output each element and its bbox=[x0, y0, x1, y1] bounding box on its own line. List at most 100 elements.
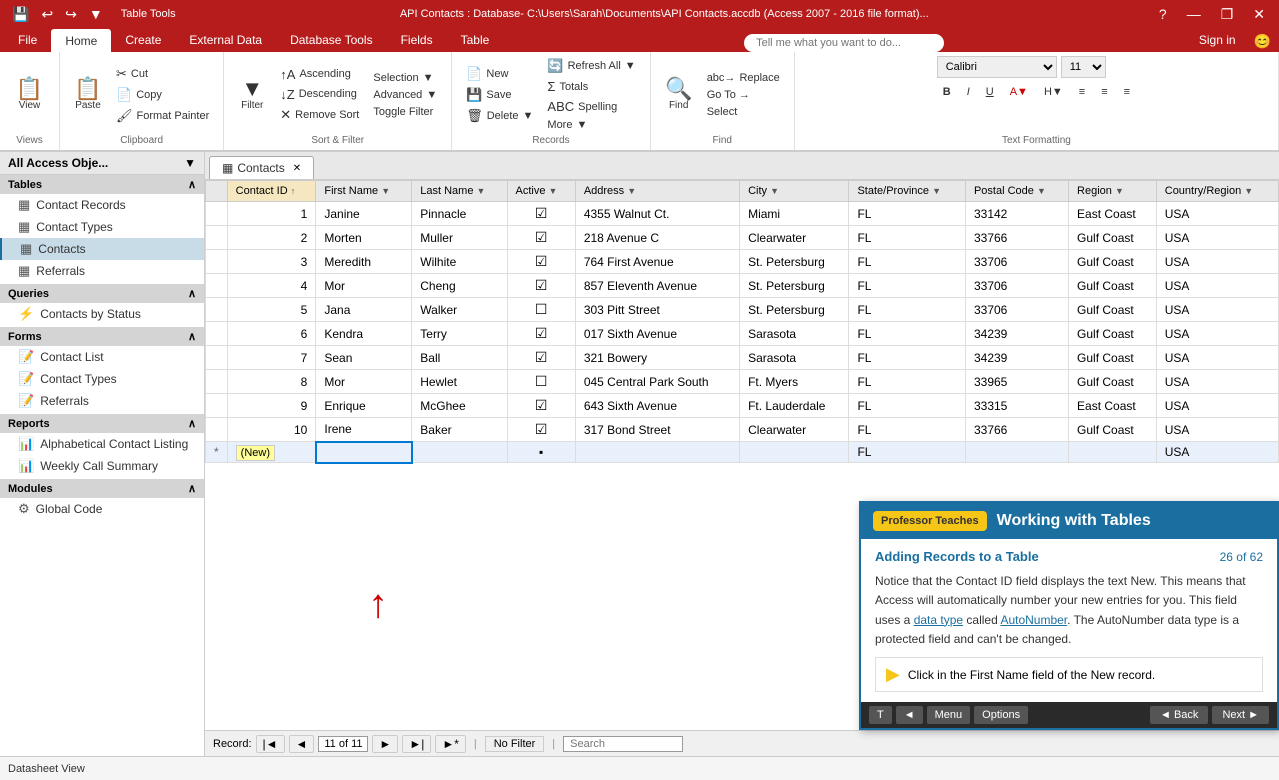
col-country-filter-icon[interactable]: ▼ bbox=[1244, 186, 1253, 196]
nav-section-tables-header[interactable]: Tables ∧ bbox=[0, 175, 204, 194]
new-nav-btn[interactable]: ►* bbox=[435, 735, 466, 753]
cell-id[interactable]: 6 bbox=[227, 322, 316, 346]
cell-active[interactable]: ☑ bbox=[507, 250, 575, 274]
cell-state[interactable]: FL bbox=[849, 226, 966, 250]
new-row-address[interactable] bbox=[575, 442, 739, 463]
redo-btn[interactable]: ↪ bbox=[61, 4, 81, 25]
new-row-country[interactable]: USA bbox=[1156, 442, 1278, 463]
cell-postal[interactable]: 33706 bbox=[965, 298, 1068, 322]
advanced-btn[interactable]: Advanced ▼ bbox=[367, 87, 443, 103]
no-filter-btn[interactable]: No Filter bbox=[485, 736, 545, 752]
cell-city[interactable]: Sarasota bbox=[740, 346, 849, 370]
undo-btn[interactable]: ↩ bbox=[37, 4, 57, 25]
cell-country[interactable]: USA bbox=[1156, 394, 1278, 418]
cell-lastname[interactable]: Baker bbox=[412, 418, 507, 442]
cell-address[interactable]: 643 Sixth Avenue bbox=[575, 394, 739, 418]
cell-id[interactable]: 1 bbox=[227, 202, 316, 226]
tab-database-tools[interactable]: Database Tools bbox=[276, 28, 387, 52]
cell-country[interactable]: USA bbox=[1156, 226, 1278, 250]
cell-firstname[interactable]: Kendra bbox=[316, 322, 412, 346]
cell-state[interactable]: FL bbox=[849, 346, 966, 370]
table-row[interactable]: 3 Meredith Wilhite ☑ 764 First Avenue St… bbox=[206, 250, 1279, 274]
new-row-active[interactable]: ▪ bbox=[507, 442, 575, 463]
cell-postal[interactable]: 34239 bbox=[965, 322, 1068, 346]
underline-btn[interactable]: U bbox=[980, 84, 1000, 100]
cell-lastname[interactable]: Ball bbox=[412, 346, 507, 370]
tab-home[interactable]: Home bbox=[51, 29, 111, 53]
nav-item-contacts-by-status[interactable]: ⚡ Contacts by Status bbox=[0, 303, 204, 325]
cell-address[interactable]: 218 Avenue C bbox=[575, 226, 739, 250]
tutorial-menu-btn[interactable]: Menu bbox=[927, 706, 971, 724]
selection-btn[interactable]: Selection ▼ bbox=[367, 70, 443, 86]
cell-city[interactable]: Ft. Myers bbox=[740, 370, 849, 394]
new-record-btn[interactable]: 📄 New bbox=[460, 64, 539, 84]
cell-firstname[interactable]: Jana bbox=[316, 298, 412, 322]
cell-state[interactable]: FL bbox=[849, 322, 966, 346]
nav-header[interactable]: All Access Obje... ▼ bbox=[0, 152, 204, 175]
col-last-name-filter-icon[interactable]: ▼ bbox=[477, 186, 486, 196]
new-row-state[interactable]: FL bbox=[849, 442, 966, 463]
cell-id[interactable]: 10 bbox=[227, 418, 316, 442]
cell-firstname[interactable]: Mor bbox=[316, 370, 412, 394]
nav-item-referrals[interactable]: ▦ Referrals bbox=[0, 260, 204, 282]
find-btn[interactable]: 🔍 Find bbox=[659, 65, 699, 125]
cell-lastname[interactable]: Walker bbox=[412, 298, 507, 322]
cell-id[interactable]: 8 bbox=[227, 370, 316, 394]
tutorial-audio-btn[interactable]: ◄ bbox=[896, 706, 923, 724]
align-right-btn[interactable]: ≡ bbox=[1118, 84, 1136, 100]
restore-btn[interactable]: ❐ bbox=[1215, 4, 1240, 25]
cell-lastname[interactable]: Hewlet bbox=[412, 370, 507, 394]
cut-btn[interactable]: ✂ Cut bbox=[110, 64, 215, 84]
cell-state[interactable]: FL bbox=[849, 394, 966, 418]
new-row-region[interactable] bbox=[1069, 442, 1157, 463]
cell-address[interactable]: 017 Sixth Avenue bbox=[575, 322, 739, 346]
table-row[interactable]: 7 Sean Ball ☑ 321 Bowery Sarasota FL 342… bbox=[206, 346, 1279, 370]
nav-item-global-code[interactable]: ⚙ Global Code bbox=[0, 498, 204, 520]
cell-firstname[interactable]: Meredith bbox=[316, 250, 412, 274]
cell-firstname[interactable]: Sean bbox=[316, 346, 412, 370]
cell-region[interactable]: Gulf Coast bbox=[1069, 346, 1157, 370]
cell-region[interactable]: Gulf Coast bbox=[1069, 322, 1157, 346]
cell-region[interactable]: Gulf Coast bbox=[1069, 370, 1157, 394]
cell-lastname[interactable]: Cheng bbox=[412, 274, 507, 298]
customize-btn[interactable]: ▼ bbox=[85, 4, 107, 24]
cell-id[interactable]: 9 bbox=[227, 394, 316, 418]
col-state[interactable]: State/Province ▼ bbox=[849, 181, 966, 202]
search-input[interactable] bbox=[563, 736, 683, 752]
tab-table[interactable]: Table bbox=[447, 28, 504, 52]
cell-state[interactable]: FL bbox=[849, 370, 966, 394]
cell-address[interactable]: 317 Bond Street bbox=[575, 418, 739, 442]
cell-address[interactable]: 045 Central Park South bbox=[575, 370, 739, 394]
save-quick-btn[interactable]: 💾 bbox=[8, 4, 33, 25]
nav-item-contact-types[interactable]: ▦ Contact Types bbox=[0, 216, 204, 238]
tab-file[interactable]: File bbox=[4, 28, 51, 52]
cell-id[interactable]: 2 bbox=[227, 226, 316, 250]
col-active[interactable]: Active ▼ bbox=[507, 181, 575, 202]
cell-postal[interactable]: 33315 bbox=[965, 394, 1068, 418]
cell-active[interactable]: ☑ bbox=[507, 394, 575, 418]
cell-lastname[interactable]: Wilhite bbox=[412, 250, 507, 274]
record-number-input[interactable] bbox=[318, 736, 368, 752]
col-state-filter-icon[interactable]: ▼ bbox=[932, 186, 941, 196]
cell-postal[interactable]: 33965 bbox=[965, 370, 1068, 394]
cell-region[interactable]: Gulf Coast bbox=[1069, 250, 1157, 274]
cell-region[interactable]: Gulf Coast bbox=[1069, 226, 1157, 250]
minimize-btn[interactable]: — bbox=[1181, 4, 1207, 24]
cell-postal[interactable]: 33142 bbox=[965, 202, 1068, 226]
nav-item-form-contact-types[interactable]: 📝 Contact Types bbox=[0, 368, 204, 390]
col-contact-id[interactable]: Contact ID ↑ bbox=[227, 181, 316, 202]
cell-region[interactable]: Gulf Coast bbox=[1069, 418, 1157, 442]
last-record-btn[interactable]: ►| bbox=[402, 735, 431, 753]
bold-btn[interactable]: B bbox=[937, 84, 957, 100]
ascending-btn[interactable]: ↑A Ascending bbox=[274, 65, 365, 84]
paste-btn[interactable]: 📋 Paste bbox=[68, 65, 108, 125]
new-row-postal[interactable] bbox=[965, 442, 1068, 463]
cell-id[interactable]: 5 bbox=[227, 298, 316, 322]
cell-city[interactable]: Miami bbox=[740, 202, 849, 226]
col-postal-filter-icon[interactable]: ▼ bbox=[1037, 186, 1046, 196]
cell-city[interactable]: Sarasota bbox=[740, 322, 849, 346]
cell-country[interactable]: USA bbox=[1156, 202, 1278, 226]
cell-postal[interactable]: 33766 bbox=[965, 226, 1068, 250]
totals-btn[interactable]: Σ Totals bbox=[541, 77, 641, 96]
table-row[interactable]: 6 Kendra Terry ☑ 017 Sixth Avenue Saraso… bbox=[206, 322, 1279, 346]
